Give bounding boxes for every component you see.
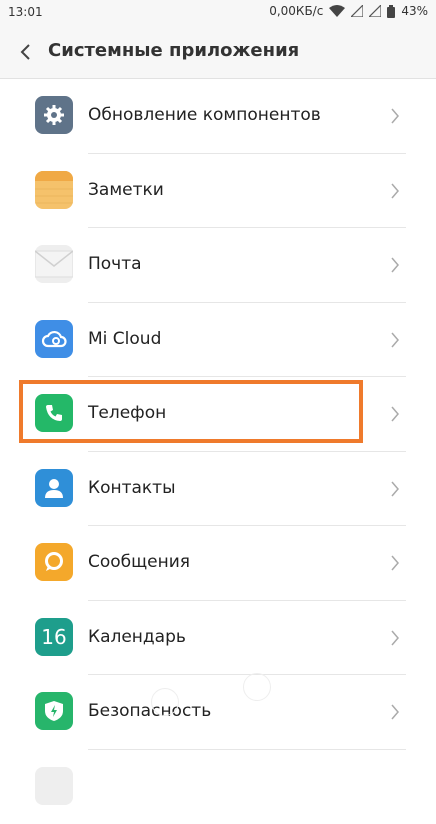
battery-icon xyxy=(387,5,395,18)
status-bar: 13:01 0,00КБ/с 43% xyxy=(0,0,436,26)
list-item-calendar[interactable]: 16 Календарь xyxy=(0,601,436,676)
app-header: Системные приложения xyxy=(0,26,436,79)
chevron-right-icon xyxy=(389,182,401,200)
chevron-left-icon xyxy=(16,42,36,62)
chevron-right-icon xyxy=(389,480,401,498)
list-item-label: Сообщения xyxy=(88,552,190,572)
list-item-label: Заметки xyxy=(88,180,164,200)
list-item-label: Контакты xyxy=(88,478,176,498)
highlight-box xyxy=(19,380,363,443)
page-title: Системные приложения xyxy=(48,40,299,61)
gear-icon xyxy=(35,96,73,134)
chevron-right-icon xyxy=(389,331,401,349)
list-item-contacts[interactable]: Контакты xyxy=(0,452,436,527)
cloud-icon xyxy=(35,320,73,358)
contacts-icon xyxy=(35,469,73,507)
network-speed: 0,00КБ/с xyxy=(269,4,323,18)
list-item-updates[interactable]: Обновление компонентов xyxy=(0,79,436,154)
calendar-day: 16 xyxy=(41,625,66,649)
chevron-right-icon xyxy=(389,703,401,721)
status-time: 13:01 xyxy=(8,5,43,19)
list-item-label: Календарь xyxy=(88,627,186,647)
list-item-label: Безопасность xyxy=(88,701,211,721)
signal-icon-2 xyxy=(369,5,381,17)
wifi-icon xyxy=(329,5,345,17)
mail-icon xyxy=(35,245,73,283)
list-item-partial[interactable] xyxy=(0,750,436,824)
chevron-right-icon xyxy=(389,405,401,423)
notes-icon xyxy=(35,171,73,209)
messages-icon xyxy=(35,543,73,581)
app-icon-partial xyxy=(35,767,73,805)
security-icon xyxy=(35,692,73,730)
list-item-security[interactable]: Безопасность xyxy=(0,675,436,750)
list-item-mi-cloud[interactable]: Mi Cloud xyxy=(0,303,436,378)
chevron-right-icon xyxy=(389,629,401,647)
chevron-right-icon xyxy=(389,256,401,274)
system-apps-list: Обновление компонентов Заметки Почта Mi … xyxy=(0,79,436,824)
list-item-mail[interactable]: Почта xyxy=(0,228,436,303)
list-item-label: Mi Cloud xyxy=(88,329,161,349)
back-button[interactable] xyxy=(16,42,36,62)
list-item-label: Почта xyxy=(88,254,142,274)
list-item-label: Обновление компонентов xyxy=(88,105,321,125)
touch-indicator-1 xyxy=(151,688,179,716)
list-item-messages[interactable]: Сообщения xyxy=(0,526,436,601)
chevron-right-icon xyxy=(389,107,401,125)
touch-indicator-2 xyxy=(243,673,271,701)
calendar-icon: 16 xyxy=(35,618,73,656)
battery-level: 43% xyxy=(401,4,428,18)
list-item-notes[interactable]: Заметки xyxy=(0,154,436,229)
signal-icon-1 xyxy=(351,5,363,17)
chevron-right-icon xyxy=(389,554,401,572)
